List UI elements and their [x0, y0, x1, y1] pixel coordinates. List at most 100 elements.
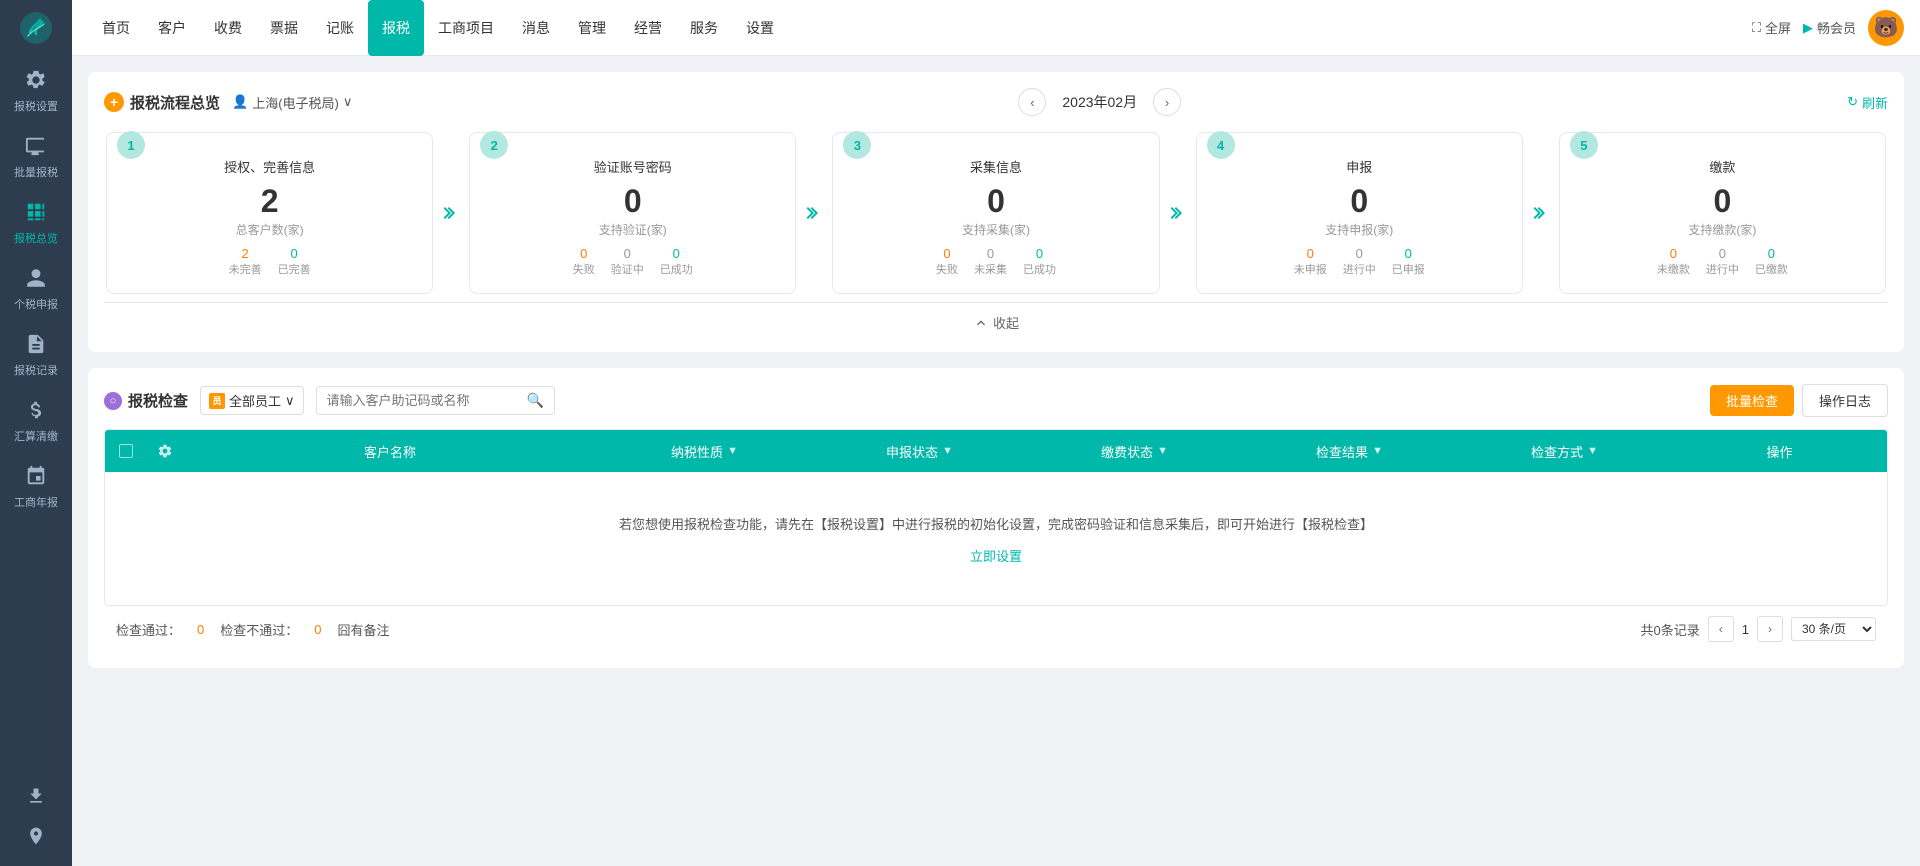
step2-mid-val: 0 [611, 246, 644, 261]
setup-link[interactable]: 立即设置 [970, 546, 1022, 565]
nav-settings[interactable]: 设置 [732, 0, 788, 56]
user-avatar[interactable]: 🐻 [1868, 10, 1904, 46]
step-subtitle-2: 支持验证(家) [599, 221, 667, 238]
step3-fail-val: 0 [936, 246, 958, 261]
check-fail-val[interactable]: 0 [314, 622, 321, 637]
per-page-select[interactable]: 30 条/页 50 条/页 100 条/页 [1791, 617, 1876, 641]
vip-btn[interactable]: ▶ 畅会员 [1803, 18, 1856, 37]
nav-business[interactable]: 工商项目 [424, 0, 508, 56]
nav-services[interactable]: 服务 [676, 0, 732, 56]
th-customer-name: 客户名称 [183, 442, 597, 461]
step-stats-2: 0 失败 0 验证中 0 已成功 [573, 246, 693, 277]
flow-title-icon: + [104, 92, 124, 112]
nav-messages[interactable]: 消息 [508, 0, 564, 56]
step1-fail-val: 2 [229, 246, 262, 261]
step5-fail-val: 0 [1657, 246, 1690, 261]
th-check-method: 检查方式 ▼ [1457, 442, 1672, 461]
employee-filter[interactable]: 员 全部员工 ∨ [200, 386, 304, 415]
collapse-button[interactable]: 收起 [104, 303, 1888, 336]
sidebar-item-personal-tax[interactable]: 个税申报 [0, 254, 72, 320]
flow-title: + 报税流程总览 [104, 92, 220, 113]
step-title-2: 验证账号密码 [594, 157, 672, 176]
sidebar-item-settlement[interactable]: 汇算清缴 [0, 386, 72, 452]
th-tax-type-filter-icon[interactable]: ▼ [727, 445, 738, 457]
calendar-icon [22, 462, 50, 490]
step-count-5: 0 [1714, 184, 1732, 219]
next-page-btn[interactable]: › [1757, 616, 1783, 642]
fullscreen-icon: ⛶ [1752, 20, 1761, 36]
step-stats-1: 2 未完善 0 已完善 [229, 246, 311, 277]
sidebar-location[interactable] [0, 818, 72, 854]
th-operations: 操作 [1672, 442, 1887, 461]
th-pay-status: 缴费状态 ▼ [1027, 442, 1242, 461]
flow-location[interactable]: 👤 上海(电子税局) ∨ [232, 93, 352, 112]
step-number-3: 3 [843, 131, 871, 159]
step-count-3: 0 [987, 184, 1005, 219]
th-check-result-filter-icon[interactable]: ▼ [1372, 445, 1383, 457]
sidebar-item-tax-overview[interactable]: 报税总览 [0, 188, 72, 254]
sidebar-item-tax-settings[interactable]: 报税设置 [0, 56, 72, 122]
prev-page-btn[interactable]: ‹ [1708, 616, 1734, 642]
step5-success-label: 已缴款 [1755, 261, 1788, 277]
th-check-method-filter-icon[interactable]: ▼ [1587, 445, 1598, 457]
flow-title-text: 报税流程总览 [130, 92, 220, 113]
step-stats-3: 0 失败 0 未采集 0 已成功 [936, 246, 1056, 277]
sidebar-item-annual-report[interactable]: 工商年报 [0, 452, 72, 518]
sidebar-logo[interactable] [0, 0, 72, 56]
sidebar-label-tax-record: 报税记录 [14, 362, 58, 378]
step3-success-label: 已成功 [1023, 261, 1056, 277]
flow-step-2: 2 验证账号密码 0 支持验证(家) 0 失败 0 验证中 [469, 132, 796, 294]
step-title-3: 采集信息 [970, 157, 1022, 176]
refresh-button[interactable]: ↻ 刷新 [1847, 93, 1888, 112]
sidebar-label-batch-tax: 批量报税 [14, 164, 58, 180]
th-report-status: 申报状态 ▼ [812, 442, 1027, 461]
table-footer: 检查通过： 0 检查不通过： 0 囧有备注 共0条记录 ‹ 1 › 30 条/页… [104, 606, 1888, 652]
fullscreen-btn[interactable]: ⛶ 全屏 [1752, 18, 1791, 37]
tax-check-card: ○ 报税检查 员 全部员工 ∨ 🔍 批量检查 操作日志 [88, 368, 1904, 668]
search-box: 🔍 [316, 386, 555, 415]
flow-header: + 报税流程总览 👤 上海(电子税局) ∨ ‹ 2023年02月 › ↻ 刷新 [104, 88, 1888, 116]
total-records: 共0条记录 [1641, 620, 1700, 639]
sidebar-download[interactable] [0, 778, 72, 814]
collapse-label: 收起 [993, 313, 1019, 332]
step-title-4: 申报 [1346, 157, 1372, 176]
search-button[interactable]: 🔍 [517, 387, 554, 414]
nav-operations[interactable]: 经营 [620, 0, 676, 56]
step2-fail-val: 0 [573, 246, 595, 261]
step3-mid-label: 未采集 [974, 261, 1007, 277]
nav-accounting[interactable]: 记账 [312, 0, 368, 56]
batch-check-button[interactable]: 批量检查 [1710, 385, 1794, 416]
sidebar-item-batch-tax[interactable]: 批量报税 [0, 122, 72, 188]
step3-fail-label: 失败 [936, 261, 958, 277]
location-text: 上海(电子税局) [252, 93, 339, 112]
check-fail-label: 检查不通过： [220, 620, 298, 639]
th-pay-status-filter-icon[interactable]: ▼ [1157, 445, 1168, 457]
nav-tax[interactable]: 报税 [368, 0, 424, 56]
operation-log-button[interactable]: 操作日志 [1802, 384, 1888, 417]
nav-invoices[interactable]: 票据 [256, 0, 312, 56]
search-input[interactable] [317, 388, 517, 413]
flow-step-4: 4 申报 0 支持申报(家) 0 未申报 0 进行中 [1196, 132, 1523, 294]
th-report-status-filter-icon[interactable]: ▼ [942, 445, 953, 457]
prev-month-btn[interactable]: ‹ [1018, 88, 1046, 116]
step5-mid-val: 0 [1706, 246, 1739, 261]
topnav-right: ⛶ 全屏 ▶ 畅会员 🐻 [1752, 10, 1904, 46]
table-settings-icon[interactable] [157, 443, 173, 459]
th-check-result: 检查结果 ▼ [1242, 442, 1457, 461]
header-checkbox[interactable] [119, 444, 133, 458]
sidebar-item-tax-record[interactable]: 报税记录 [0, 320, 72, 386]
step4-success-val: 0 [1392, 246, 1425, 261]
next-month-btn[interactable]: › [1153, 88, 1181, 116]
step4-mid-val: 0 [1343, 246, 1376, 261]
check-pass-val[interactable]: 0 [197, 622, 204, 637]
step-subtitle-4: 支持申报(家) [1325, 221, 1393, 238]
nav-home[interactable]: 首页 [88, 0, 144, 56]
filter-label: 全部员工 [229, 391, 281, 410]
nav-management[interactable]: 管理 [564, 0, 620, 56]
step-arrow-3-4 [1162, 132, 1194, 294]
step-number-2: 2 [480, 131, 508, 159]
nav-fees[interactable]: 收费 [200, 0, 256, 56]
nav-customer[interactable]: 客户 [144, 0, 200, 56]
vip-icon: ▶ [1803, 20, 1813, 36]
step-title-5: 缴款 [1709, 157, 1735, 176]
